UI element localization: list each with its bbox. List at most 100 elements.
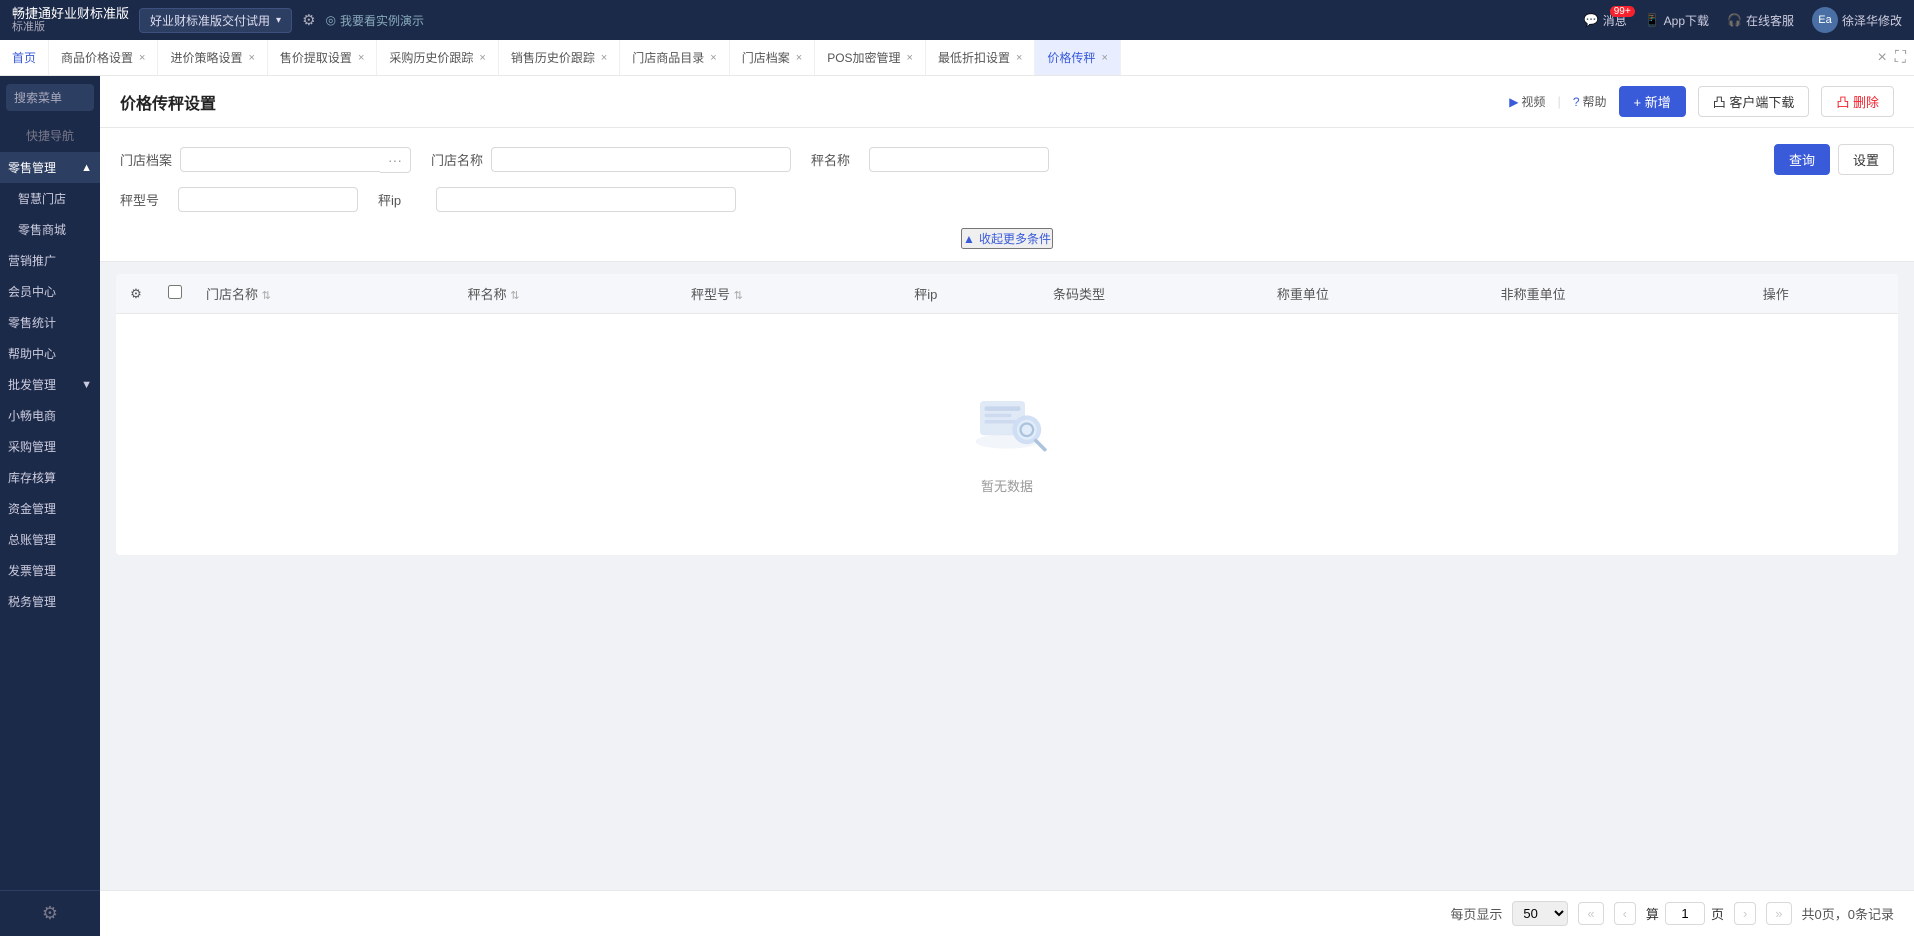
online-service-label: 在线客服 xyxy=(1746,12,1794,29)
scale-model-label: 秤型号 xyxy=(120,190,170,209)
tab-purchase-strategy[interactable]: 进价策略设置 × xyxy=(158,40,267,75)
demo-link-text: 我要看实例演示 xyxy=(340,12,424,29)
avatar: Ea xyxy=(1812,7,1838,33)
tab-min-discount[interactable]: 最低折扣设置 × xyxy=(926,40,1035,75)
tab-price-scale[interactable]: 价格传秤 × xyxy=(1035,40,1120,75)
add-button[interactable]: + 新增 xyxy=(1619,86,1686,117)
scale-model-input[interactable] xyxy=(178,187,358,212)
collapse-btn[interactable]: ▲ 收起更多条件 xyxy=(961,228,1053,249)
close-window-btn[interactable]: × xyxy=(1877,49,1886,67)
sidebar-item-retail-stats[interactable]: 零售统计 xyxy=(0,307,100,338)
sidebar-item-retail-mgmt[interactable]: 零售管理 ▲ xyxy=(0,152,100,183)
tab-label: 最低折扣设置 xyxy=(938,49,1010,66)
video-link[interactable]: ▶ 视频 xyxy=(1509,93,1545,110)
page-unit: 页 xyxy=(1711,904,1724,923)
th-scale-name[interactable]: 秤名称 ⇅ xyxy=(456,274,679,314)
sidebar-item-marketing[interactable]: 营销推广 xyxy=(0,245,100,276)
tab-close-icon[interactable]: × xyxy=(248,52,254,64)
search-menu-btn[interactable]: 搜索菜单 xyxy=(6,84,94,111)
sidebar-item-funds-mgmt[interactable]: 资金管理 xyxy=(0,493,100,524)
sidebar-bottom: ⚙ xyxy=(0,890,100,936)
sidebar-item-member-center[interactable]: 会员中心 xyxy=(0,276,100,307)
tab-label: 门店商品目录 xyxy=(632,49,704,66)
page-input[interactable] xyxy=(1665,902,1705,925)
sidebar-item-retail-mall[interactable]: 零售商城 xyxy=(0,214,100,245)
store-archive-input[interactable] xyxy=(180,147,380,172)
sidebar-item-purchase-mgmt[interactable]: 采购管理 xyxy=(0,431,100,462)
tab-close-icon[interactable]: × xyxy=(479,52,485,64)
version-selector[interactable]: 好业财标准版交付试用 ▾ xyxy=(139,8,292,33)
table-gear-icon[interactable]: ⚙ xyxy=(130,286,142,301)
th-operations: 操作 xyxy=(1751,274,1898,314)
store-archive-dots-btn[interactable]: ··· xyxy=(380,147,411,173)
tab-close-icon[interactable]: × xyxy=(601,52,607,64)
per-page-select[interactable]: 20 50 100 xyxy=(1512,901,1568,926)
maximize-btn[interactable]: ⛶ xyxy=(1895,49,1906,67)
tab-pos-management[interactable]: POS加密管理 × xyxy=(815,40,926,75)
settings-button[interactable]: 设置 xyxy=(1838,144,1894,175)
chevron-up-icon: ▲ xyxy=(963,232,975,246)
sidebar-item-inventory[interactable]: 库存核算 xyxy=(0,462,100,493)
top-right-area: 💬 消息 99+ 📱 App下载 🎧 在线客服 Ea 徐泽华修改 xyxy=(1584,7,1902,33)
sidebar-settings-btn[interactable]: ⚙ xyxy=(8,899,92,928)
tab-close-icon[interactable]: × xyxy=(907,52,913,64)
settings-icon[interactable]: ⚙ xyxy=(302,11,315,29)
sidebar-item-general-ledger[interactable]: 总账管理 xyxy=(0,524,100,555)
query-button[interactable]: 查询 xyxy=(1774,144,1830,175)
select-all-checkbox[interactable] xyxy=(168,285,182,299)
tab-close-icon[interactable]: × xyxy=(1016,52,1022,64)
empty-state: 暂无数据 xyxy=(116,314,1898,555)
pagination: 每页显示 20 50 100 « ‹ 算 页 › » 共0 xyxy=(100,890,1914,936)
selector-text: 好业财标准版交付试用 xyxy=(150,12,270,29)
tab-close-icon[interactable]: × xyxy=(796,52,802,64)
filter-store-name: 门店名称 xyxy=(431,147,791,172)
tab-store-archive[interactable]: 门店档案 × xyxy=(730,40,815,75)
table-wrap: ⚙ 门店名称 ⇅ 秤名称 ⇅ xyxy=(116,274,1898,555)
sidebar-item-tax-mgmt[interactable]: 税务管理 xyxy=(0,586,100,617)
sidebar-item-wholesale-mgmt[interactable]: 批发管理 ▼ xyxy=(0,369,100,400)
sidebar-item-help-center[interactable]: 帮助中心 xyxy=(0,338,100,369)
messages-btn[interactable]: 💬 消息 99+ xyxy=(1584,12,1627,29)
th-store-name[interactable]: 门店名称 ⇅ xyxy=(194,274,456,314)
scale-name-input[interactable] xyxy=(869,147,1049,172)
delete-label: 凸 删除 xyxy=(1836,92,1879,111)
last-page-btn[interactable]: » xyxy=(1766,902,1791,925)
filter-area: 门店档案 ··· 门店名称 秤名称 查询 xyxy=(100,128,1914,262)
sidebar-item-invoice-mgmt[interactable]: 发票管理 xyxy=(0,555,100,586)
tab-sale-history[interactable]: 销售历史价跟踪 × xyxy=(499,40,620,75)
empty-state-text: 暂无数据 xyxy=(981,476,1033,495)
filter-row-1: 门店档案 ··· 门店名称 秤名称 查询 xyxy=(120,144,1894,175)
tab-store-catalog[interactable]: 门店商品目录 × xyxy=(620,40,729,75)
tab-close-icon[interactable]: × xyxy=(1101,52,1107,64)
sort-icon: ⇅ xyxy=(262,290,271,302)
th-check xyxy=(156,274,194,314)
sidebar-item-xiao-chang[interactable]: 小畅电商 xyxy=(0,400,100,431)
app-download-btn[interactable]: 📱 App下载 xyxy=(1645,12,1709,29)
th-scale-model[interactable]: 秤型号 ⇅ xyxy=(679,274,902,314)
next-page-btn[interactable]: › xyxy=(1734,902,1756,925)
tab-close-icon[interactable]: × xyxy=(358,52,364,64)
store-name-input[interactable] xyxy=(491,147,791,172)
sidebar-item-smart-store[interactable]: 智慧门店 xyxy=(0,183,100,214)
tab-label: POS加密管理 xyxy=(827,49,900,66)
scale-ip-input[interactable] xyxy=(436,187,736,212)
tab-label: 价格传秤 xyxy=(1047,49,1095,66)
tab-close-icon[interactable]: × xyxy=(710,52,716,64)
delete-button[interactable]: 凸 删除 xyxy=(1821,86,1894,117)
user-avatar-area[interactable]: Ea 徐泽华修改 xyxy=(1812,7,1902,33)
demo-link[interactable]: ◎ 我要看实例演示 xyxy=(326,12,425,29)
download-button[interactable]: 凸 客户端下载 xyxy=(1698,86,1810,117)
filter-row-2: 秤型号 秤ip xyxy=(120,187,1894,212)
tab-sale-price[interactable]: 售价提取设置 × xyxy=(268,40,377,75)
tab-close-icon[interactable]: × xyxy=(139,52,145,64)
tab-home[interactable]: 首页 xyxy=(0,40,49,75)
tab-purchase-history[interactable]: 采购历史价跟踪 × xyxy=(377,40,498,75)
prev-page-btn[interactable]: ‹ xyxy=(1614,902,1636,925)
chevron-up-icon: ▲ xyxy=(81,162,92,174)
per-page-label: 每页显示 xyxy=(1450,904,1502,923)
filter-collapse-area: ▲ 收起更多条件 xyxy=(120,224,1894,253)
online-service-btn[interactable]: 🎧 在线客服 xyxy=(1727,12,1794,29)
tab-commodity-price[interactable]: 商品价格设置 × xyxy=(49,40,158,75)
help-link[interactable]: ? 帮助 xyxy=(1573,93,1607,110)
first-page-btn[interactable]: « xyxy=(1578,902,1603,925)
